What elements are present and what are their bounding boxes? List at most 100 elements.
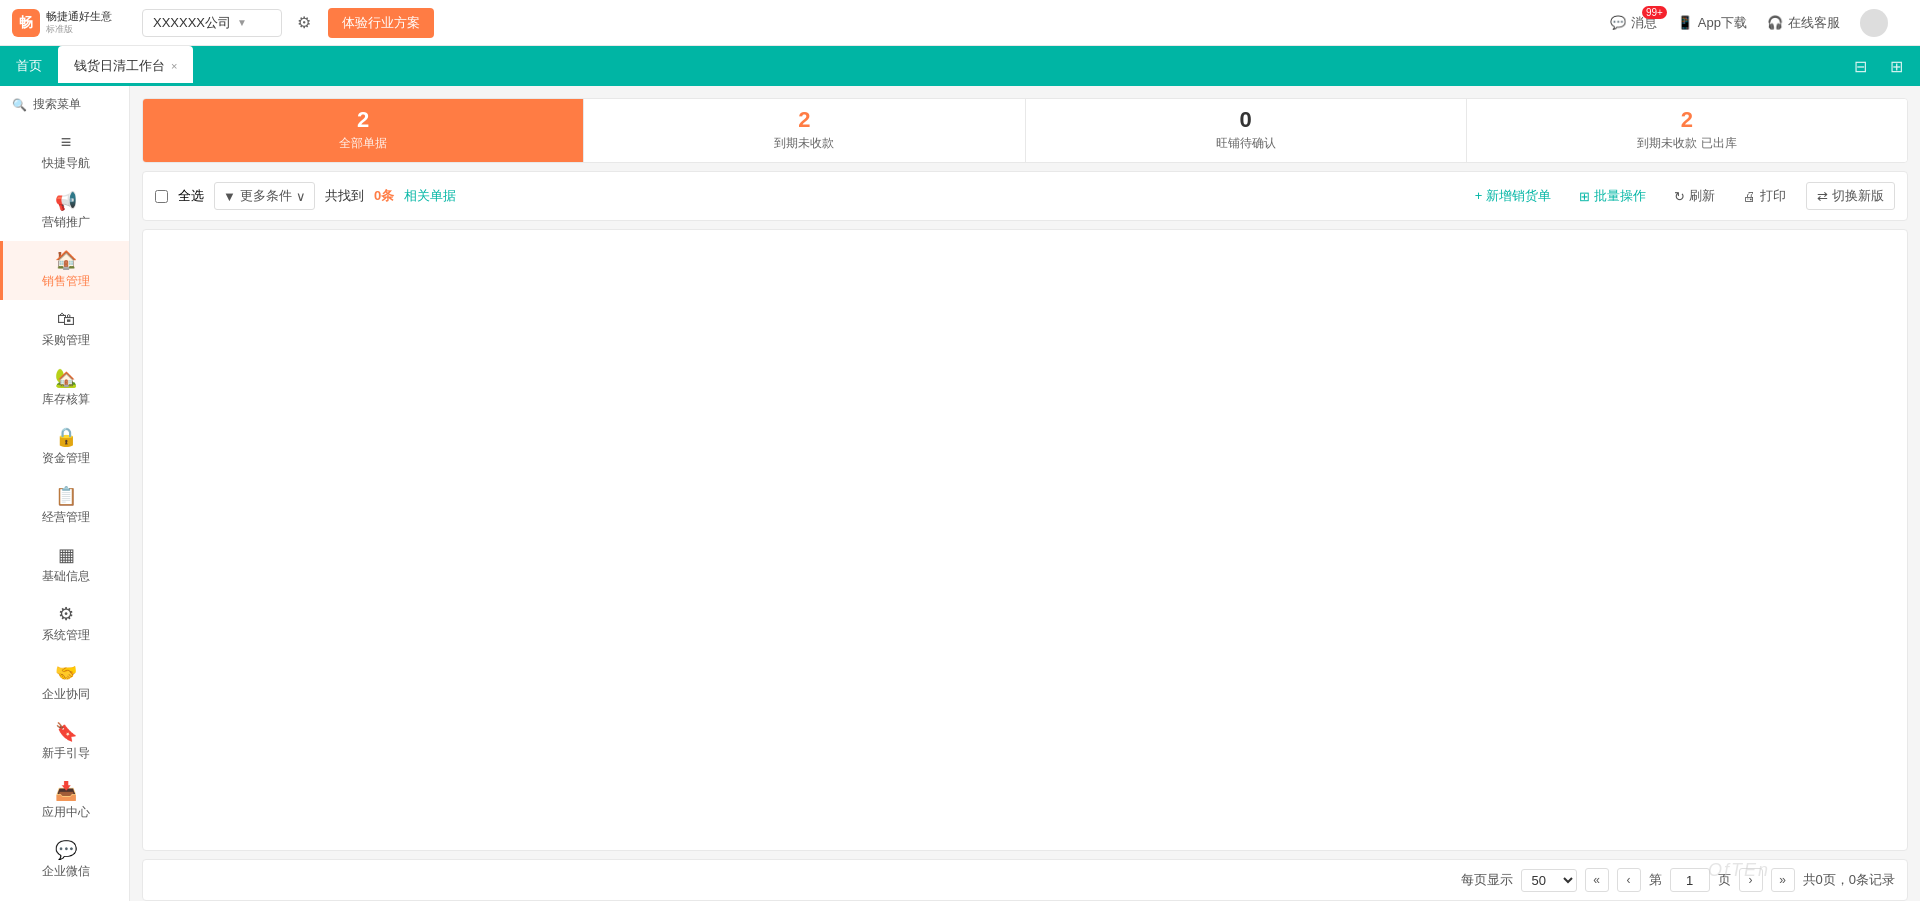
service-icon: 🎧 [1767,15,1783,30]
header-right: 💬 消息 99+ 📱 App下载 🎧 在线客服 [1610,9,1908,37]
tab-indicator [58,83,193,86]
logo-area: 畅 畅捷通好生意 标准版 [12,9,142,37]
filter-label: 更多条件 [240,187,292,205]
sidebar-item-guide[interactable]: 🔖 新手引导 [0,713,129,772]
stat-num-overdue: 2 [592,109,1016,131]
nav-right-buttons: ⊟ ⊞ [1846,52,1920,80]
system-label: 系统管理 [42,627,90,644]
quick-nav-label: 快捷导航 [42,155,90,172]
refresh-icon: ↻ [1674,189,1685,204]
toolbar-right: + 新增销货单 ⊞ 批量操作 ↻ 刷新 🖨 打印 ⇄ 切换新版 [1463,182,1895,210]
stat-tab-all[interactable]: 2 全部单据 [143,99,584,162]
stat-num-shipped: 2 [1475,109,1899,131]
refresh-button[interactable]: ↻ 刷新 [1666,183,1723,209]
capital-label: 资金管理 [42,450,90,467]
batch-icon: ⊞ [1579,189,1590,204]
table-area [142,229,1908,851]
main-layout: 🔍 搜索菜单 ≡ 快捷导航 📢 营销推广 🏠 销售管理 🛍 采购管理 🏡 库存核… [0,86,1920,901]
nav-minimize-icon[interactable]: ⊟ [1846,52,1874,80]
content-area: 2 全部单据 2 到期未收款 0 旺铺待确认 2 到期未收款 已出库 全选 ▼ … [130,86,1920,901]
stat-tab-overdue[interactable]: 2 到期未收款 [584,99,1025,162]
print-button[interactable]: 🖨 打印 [1735,183,1794,209]
sidebar-item-marketing[interactable]: 📢 营销推广 [0,182,129,241]
stat-label-overdue: 到期未收款 [592,135,1016,152]
company-selector[interactable]: XXXXXX公司 ▼ [142,9,282,37]
filter-button[interactable]: ▼ 更多条件 ∨ [214,182,315,210]
capital-icon: 🔒 [55,428,77,446]
select-all-checkbox[interactable] [155,190,168,203]
filter-icon: ▼ [223,189,236,204]
related-link[interactable]: 相关单据 [404,187,456,205]
add-sales-order-button[interactable]: + 新增销货单 [1463,183,1559,209]
logo-text-area: 畅捷通好生意 标准版 [46,9,112,36]
switch-version-button[interactable]: ⇄ 切换新版 [1806,182,1895,210]
search-label: 搜索菜单 [33,96,81,113]
message-action[interactable]: 💬 消息 99+ [1610,14,1657,32]
download-icon: 📱 [1677,15,1693,30]
sidebar-item-enterprise[interactable]: 🤝 企业协同 [0,654,129,713]
tab-active[interactable]: 钱货日清工作台 × [58,46,193,86]
tab-home[interactable]: 首页 [0,46,58,86]
weixin-label: 企业微信 [42,863,90,880]
last-page-button[interactable]: » [1771,868,1795,892]
stat-tab-wangpu[interactable]: 0 旺铺待确认 [1026,99,1467,162]
sidebar-item-system[interactable]: ⚙ 系统管理 [0,595,129,654]
sidebar-item-weixin[interactable]: 💬 企业微信 [0,831,129,890]
purchase-label: 采购管理 [42,332,90,349]
sidebar-item-inventory[interactable]: 🏡 库存核算 [0,359,129,418]
batch-operation-button[interactable]: ⊞ 批量操作 [1571,183,1654,209]
print-label: 打印 [1760,187,1786,205]
sidebar-item-quick-nav[interactable]: ≡ 快捷导航 [0,123,129,182]
sidebar-item-basic[interactable]: ▦ 基础信息 [0,536,129,595]
settings-button[interactable]: ⚙ [290,9,318,37]
pagination-bar: 每页显示 50 20 100 « ‹ 第 页 › » 共0页，0条记录 [142,859,1908,901]
inventory-label: 库存核算 [42,391,90,408]
trial-button[interactable]: 体验行业方案 [328,8,434,38]
batch-label: 批量操作 [1594,187,1646,205]
sidebar-item-app-center[interactable]: 📥 应用中心 [0,772,129,831]
app-center-label: 应用中心 [42,804,90,821]
guide-icon: 🔖 [55,723,77,741]
online-service-label: 在线客服 [1788,14,1840,32]
page-suffix: 页 [1718,871,1731,889]
app-download-action[interactable]: 📱 App下载 [1677,14,1747,32]
add-label: + 新增销货单 [1475,187,1551,205]
top-header: 畅 畅捷通好生意 标准版 XXXXXX公司 ▼ ⚙ 体验行业方案 💬 消息 99… [0,0,1920,46]
first-page-button[interactable]: « [1585,868,1609,892]
enterprise-label: 企业协同 [42,686,90,703]
home-tab-label: 首页 [16,57,42,75]
close-tab-icon[interactable]: × [171,60,177,72]
purchase-icon: 🛍 [57,310,75,328]
sidebar-item-sales[interactable]: 🏠 销售管理 [0,241,129,300]
sidebar-item-capital[interactable]: 🔒 资金管理 [0,418,129,477]
quick-nav-icon: ≡ [61,133,72,151]
nav-expand-icon[interactable]: ⊞ [1882,52,1910,80]
page-number-input[interactable] [1670,868,1710,892]
nav-tabs: 首页 钱货日清工作台 × ⊟ ⊞ [0,46,1920,86]
sidebar-item-purchase[interactable]: 🛍 采购管理 [0,300,129,359]
chevron-icon: ∨ [296,189,306,204]
enterprise-icon: 🤝 [55,664,77,682]
found-count: 0条 [374,187,394,205]
prev-page-button[interactable]: ‹ [1617,868,1641,892]
sidebar-item-member[interactable]: ▽ 畅会员 [0,890,129,901]
total-records: 共0页，0条记录 [1803,871,1895,889]
print-icon: 🖨 [1743,189,1756,204]
sidebar-search[interactable]: 🔍 搜索菜单 [0,86,129,123]
switch-label: 切换新版 [1832,187,1884,205]
chevron-down-icon: ▼ [237,17,247,28]
refresh-label: 刷新 [1689,187,1715,205]
next-page-button[interactable]: › [1739,868,1763,892]
avatar[interactable] [1860,9,1888,37]
sidebar-item-operations[interactable]: 📋 经营管理 [0,477,129,536]
switch-icon: ⇄ [1817,189,1828,204]
page-label: 第 [1649,871,1662,889]
online-service-action[interactable]: 🎧 在线客服 [1767,14,1840,32]
per-page-select[interactable]: 50 20 100 [1521,869,1577,892]
stat-tab-shipped[interactable]: 2 到期未收款 已出库 [1467,99,1907,162]
marketing-label: 营销推广 [42,214,90,231]
basic-icon: ▦ [58,546,75,564]
operations-icon: 📋 [55,487,77,505]
marketing-icon: 📢 [55,192,77,210]
weixin-icon: 💬 [55,841,77,859]
